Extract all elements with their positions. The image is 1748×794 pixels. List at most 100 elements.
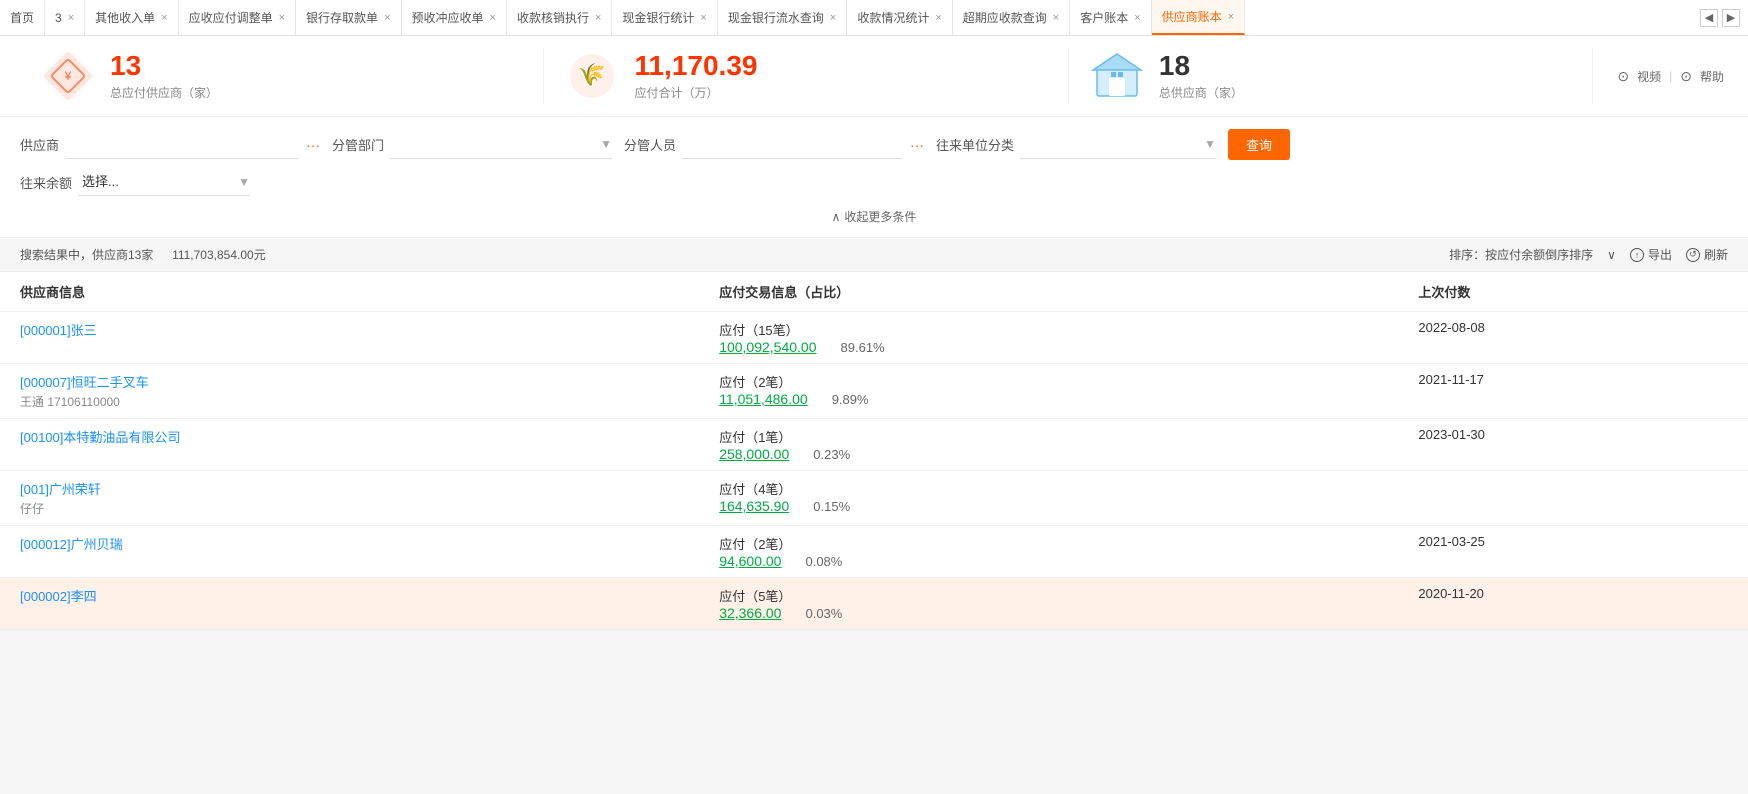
stat-number-payable-suppliers: 13	[110, 51, 218, 82]
nav-tab-3-close[interactable]: ×	[68, 12, 74, 24]
category-dropdown-arrow: ▼	[1204, 137, 1216, 151]
nav-tab-ar-ap-adjust[interactable]: 应收应付调整单 ×	[179, 0, 296, 35]
nav-tab-other-income[interactable]: 其他收入单 ×	[85, 0, 178, 35]
transaction-cell: 应付（15笔）100,092,540.0089.61%	[699, 312, 1398, 364]
supplier-link[interactable]: [000007]恒旺二手叉车	[20, 375, 149, 390]
result-bar: 搜索结果中，供应商13家 111,703,854.00元 排序：按应付余额倒序排…	[0, 238, 1748, 272]
last-pay-date: 2023-01-30	[1418, 427, 1485, 442]
tx-amount-row: 32,366.000.03%	[719, 605, 1378, 621]
filter-balance-label: 往来余额	[20, 173, 72, 192]
last-pay-date: 2021-11-17	[1418, 372, 1484, 387]
balance-dropdown-arrow: ▼	[238, 175, 250, 189]
stat-number-amount: 11,170.39	[634, 51, 757, 82]
supplier-link[interactable]: [001]广州荣轩	[20, 482, 101, 497]
top-right-links: ⊙ 视频 | ⊙ 帮助	[1593, 68, 1728, 85]
tx-amount-link[interactable]: 258,000.00	[719, 446, 789, 462]
filter-dept-select[interactable]	[390, 137, 600, 152]
nav-tab-home[interactable]: 首页	[0, 0, 45, 35]
help-icon: ⊙	[1680, 68, 1692, 85]
supplier-link[interactable]: [000012]广州贝瑞	[20, 537, 123, 552]
nav-tab-customer-book-close[interactable]: ×	[1134, 12, 1140, 24]
nav-tab-bank-deposit[interactable]: 银行存取款单 ×	[296, 0, 401, 35]
export-button[interactable]: ↑ 导出	[1630, 246, 1672, 263]
col-header-last-payment: 上次付数	[1398, 272, 1748, 312]
nav-tab-collection-stat[interactable]: 收款情况统计 ×	[847, 0, 952, 35]
tx-amount-link[interactable]: 32,366.00	[719, 605, 781, 621]
filter-supplier-label: 供应商	[20, 135, 59, 154]
filter-person-input[interactable]	[682, 131, 902, 159]
sort-label: 排序：按应付余额倒序排序	[1449, 246, 1593, 263]
nav-tab-prepay-ar-close[interactable]: ×	[490, 12, 496, 24]
tx-label: 应付（2笔）	[719, 534, 1378, 553]
nav-arrows: ◀ ▶	[1692, 9, 1748, 27]
supplier-link[interactable]: [000002]李四	[20, 589, 97, 604]
nav-tab-customer-book-label: 客户账本	[1080, 9, 1128, 26]
last-payment-cell	[1398, 471, 1748, 526]
nav-tab-customer-book[interactable]: 客户账本 ×	[1070, 0, 1151, 35]
nav-tab-cash-bank-stat-close[interactable]: ×	[700, 12, 706, 24]
table-row: [000012]广州贝瑞应付（2笔）94,600.000.08%2021-03-…	[0, 526, 1748, 578]
last-pay-date: 2020-11-20	[1418, 586, 1484, 601]
nav-tab-cash-bank-flow[interactable]: 现金银行流水查询 ×	[718, 0, 847, 35]
table-header-row: 供应商信息 应付交易信息（占比） 上次付数	[0, 272, 1748, 312]
tx-label: 应付（2笔）	[719, 372, 1378, 391]
result-prefix: 搜索结果中，供应商13家	[20, 248, 153, 262]
nav-tab-3[interactable]: 3 ×	[45, 0, 85, 35]
nav-tab-prepay-ar[interactable]: 预收冲应收单 ×	[402, 0, 507, 35]
filter-balance-select[interactable]: 选择...	[78, 174, 238, 189]
stat-text-total-suppliers: 18 总供应商（家）	[1159, 51, 1243, 101]
nav-tab-home-label: 首页	[10, 9, 34, 26]
nav-tab-bank-deposit-close[interactable]: ×	[384, 12, 390, 24]
diamond-icon: ¥	[40, 48, 96, 104]
nav-tab-cash-bank-stat[interactable]: 现金银行统计 ×	[612, 0, 717, 35]
svg-text:🌾: 🌾	[579, 62, 606, 87]
tx-amount-link[interactable]: 94,600.00	[719, 553, 781, 569]
tx-amount-link[interactable]: 100,092,540.00	[719, 339, 816, 355]
person-ellipsis-btn[interactable]: ···	[910, 137, 924, 153]
export-icon: ↑	[1630, 248, 1644, 262]
dept-dropdown-arrow: ▼	[600, 137, 612, 151]
nav-tab-supplier-book-close[interactable]: ×	[1228, 11, 1234, 23]
tx-label: 应付（4笔）	[719, 479, 1378, 498]
export-label: 导出	[1648, 246, 1672, 263]
nav-tab-supplier-book[interactable]: 供应商账本 ×	[1152, 0, 1245, 35]
nav-tab-overdue-ar[interactable]: 超期应收款查询 ×	[953, 0, 1070, 35]
supplier-ellipsis-btn[interactable]: ···	[306, 137, 320, 153]
nav-tab-collection-verify-close[interactable]: ×	[595, 12, 601, 24]
tx-amount-link[interactable]: 164,635.90	[719, 498, 789, 514]
table-row: [001]广州荣轩仔仔应付（4笔）164,635.900.15%	[0, 471, 1748, 526]
nav-tab-bank-deposit-label: 银行存取款单	[306, 9, 378, 26]
tx-amount-row: 100,092,540.0089.61%	[719, 339, 1378, 355]
help-link[interactable]: 帮助	[1700, 68, 1724, 85]
last-pay-date: 2021-03-25	[1418, 534, 1485, 549]
filter-category-select[interactable]	[1020, 137, 1204, 152]
stat-text-amount: 11,170.39 应付合计（万）	[634, 51, 757, 101]
supplier-link[interactable]: [000001]张三	[20, 323, 97, 338]
tx-amount-row: 164,635.90 0.15%	[719, 498, 1378, 514]
video-link[interactable]: 视频	[1637, 68, 1661, 85]
tx-amount-link[interactable]: 11,051,486.00	[719, 391, 808, 407]
svg-text:¥: ¥	[64, 69, 72, 83]
nav-tab-collection-stat-close[interactable]: ×	[935, 12, 941, 24]
nav-tab-collection-verify[interactable]: 收款核销执行 ×	[507, 0, 612, 35]
result-info: 搜索结果中，供应商13家 111,703,854.00元	[20, 246, 1449, 263]
filter-supplier-input[interactable]	[65, 131, 298, 159]
nav-tab-other-income-close[interactable]: ×	[161, 12, 167, 24]
last-payment-cell: 2020-11-20	[1398, 578, 1748, 630]
nav-tab-overdue-ar-close[interactable]: ×	[1053, 12, 1059, 24]
collapse-button[interactable]: ∧ 收起更多条件	[20, 204, 1728, 229]
query-button[interactable]: 查询	[1228, 129, 1290, 160]
tx-percent: 0.15%	[813, 499, 850, 514]
nav-tab-ar-ap-adjust-close[interactable]: ×	[279, 12, 285, 24]
sort-dropdown[interactable]: ∨	[1607, 248, 1616, 262]
nav-tab-cash-bank-flow-close[interactable]: ×	[830, 12, 836, 24]
filter-category-select-wrapper: ▼	[1020, 131, 1216, 159]
transaction-cell: 应付（5笔）32,366.000.03%	[699, 578, 1398, 630]
refresh-label: 刷新	[1704, 246, 1728, 263]
supplier-link[interactable]: [00100]本特勤油品有限公司	[20, 430, 180, 445]
nav-arrow-right[interactable]: ▶	[1722, 9, 1740, 27]
stat-block-amount: 🌾 11,170.39 应付合计（万）	[544, 48, 1068, 104]
nav-arrow-left[interactable]: ◀	[1700, 9, 1718, 27]
stat-label-total-suppliers: 总供应商（家）	[1159, 84, 1243, 101]
refresh-button[interactable]: ↺ 刷新	[1686, 246, 1728, 263]
